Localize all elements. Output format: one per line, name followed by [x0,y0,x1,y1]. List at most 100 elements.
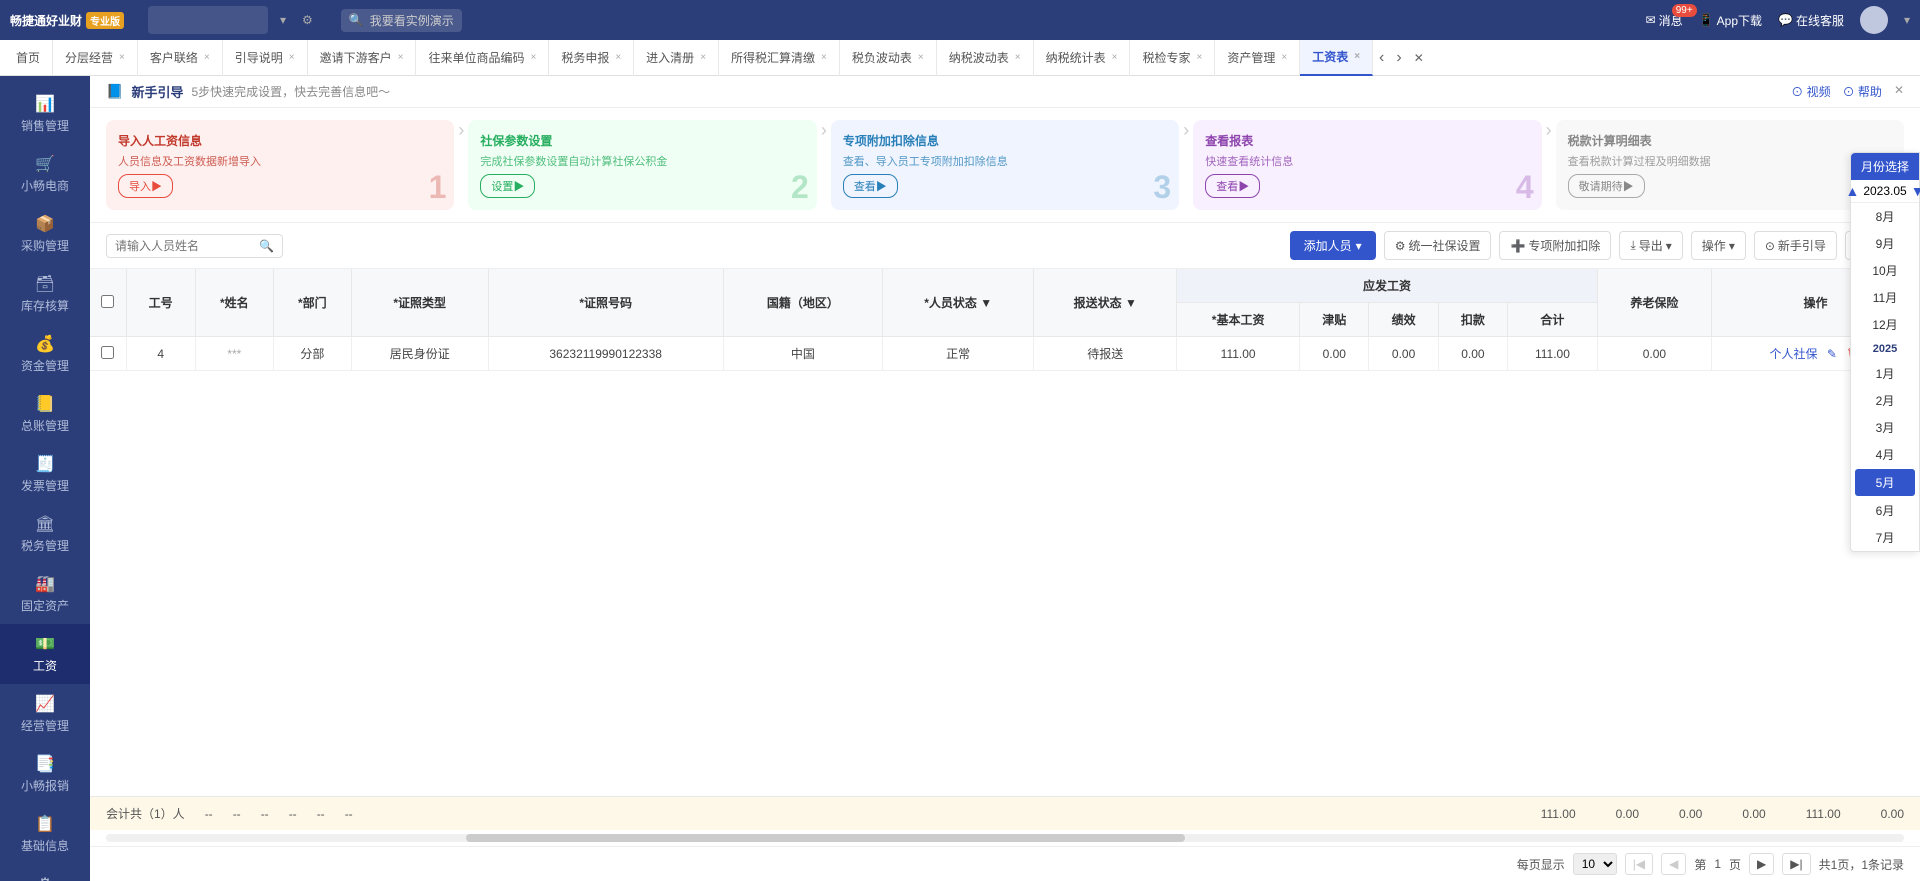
tab-2[interactable]: 客户联络× [138,40,223,76]
sidebar-item-tax[interactable]: 🏛 税务管理 [0,504,90,564]
tab-5[interactable]: 往来单位商品编码× [416,40,549,76]
user-avatar[interactable] [1860,6,1888,34]
sidebar-item-management[interactable]: 📈 经营管理 [0,684,90,744]
sidebar-item-sales[interactable]: 📊 销售管理 [0,84,90,144]
sidebar-item-system[interactable]: ⚙ 系统管理 [0,864,90,881]
tab-close-all-button[interactable]: ✕ [1408,51,1430,65]
individual-insurance-button[interactable]: 个人社保 [1770,347,1818,361]
tab-7[interactable]: 进入清册× [634,40,719,76]
tab-6[interactable]: 税务申报× [549,40,634,76]
step-4-button[interactable]: 查看▶ [1205,174,1260,198]
tab-13[interactable]: 资产管理× [1215,40,1300,76]
month-6[interactable]: 6月 [1851,497,1919,524]
close-icon[interactable]: × [1281,52,1287,63]
close-icon[interactable]: × [700,52,706,63]
row-checkbox[interactable] [101,346,114,359]
month-panel-up-button[interactable]: ▲ [1845,183,1859,199]
sidebar-item-ecommerce[interactable]: 🛒 小畅电商 [0,144,90,204]
guide-video-button[interactable]: ⊙ 视频 [1791,83,1830,100]
close-icon[interactable]: × [530,52,536,63]
sidebar-item-inventory[interactable]: 🗃 库存核算 [0,264,90,324]
tab-1[interactable]: 分层经营× [53,40,138,76]
tab-home[interactable]: 首页 [4,40,53,76]
prev-page-button[interactable]: ◀ [1661,853,1686,875]
month-2[interactable]: 2月 [1851,387,1919,414]
row-dept: 分部 [273,337,351,371]
company-selector[interactable] [148,6,268,34]
close-icon[interactable]: × [398,52,404,63]
close-icon[interactable]: × [918,52,924,63]
next-page-button[interactable]: ▶ [1749,853,1774,875]
last-page-button[interactable]: ▶| [1782,853,1810,875]
sidebar-item-expense[interactable]: 📑 小畅报销 [0,744,90,804]
footer-total-deduction: 0.00 [1742,807,1765,821]
month-12[interactable]: 12月 [1851,311,1919,338]
sidebar-item-ledger[interactable]: 📒 总账管理 [0,384,90,444]
month-5[interactable]: 5月 [1855,469,1915,496]
tab-next-button[interactable]: › [1390,49,1407,67]
message-button[interactable]: ✉ 消息 99+ [1646,12,1683,29]
tab-3[interactable]: 引导说明× [223,40,308,76]
special-deduction-button[interactable]: ➕ 专项附加扣除 [1499,231,1611,260]
month-8[interactable]: 8月 [1851,203,1919,230]
first-page-button[interactable]: |◀ [1625,853,1653,875]
employee-search-input[interactable] [115,239,255,253]
search-icon: 🔍 [349,13,364,27]
tab-11[interactable]: 纳税统计表× [1034,40,1131,76]
unified-settings-button[interactable]: ⚙ 统一社保设置 [1384,231,1492,260]
close-icon[interactable]: × [821,52,827,63]
add-employee-button[interactable]: 添加人员 ▾ [1290,231,1376,260]
app-download-button[interactable]: 📱 App下载 [1699,12,1762,29]
search-magnify-icon[interactable]: 🔍 [259,239,274,253]
month-1[interactable]: 1月 [1851,360,1919,387]
tab-8[interactable]: 所得税汇算清缴× [719,40,840,76]
month-panel-down-button[interactable]: ▼ [1911,183,1920,199]
export-button[interactable]: ⤓ 导出 ▾ [1619,231,1682,260]
close-icon[interactable]: × [204,52,210,63]
tab-9[interactable]: 税负波动表× [840,40,937,76]
step-2-button[interactable]: 设置▶ [480,174,535,198]
user-menu-button[interactable]: ▾ [1904,13,1910,27]
month-11[interactable]: 11月 [1851,284,1919,311]
sidebar-item-invoice[interactable]: 🧾 发票管理 [0,444,90,504]
guide-help-button[interactable]: ⊙ 帮助 [1843,83,1882,100]
newguide-button[interactable]: ⊙ 新手引导 [1754,231,1837,260]
online-service-button[interactable]: 💬 在线客服 [1778,12,1844,29]
step-1-button[interactable]: 导入▶ [118,174,173,198]
month-4[interactable]: 4月 [1851,441,1919,468]
chevron-down-icon[interactable]: ▾ [280,13,286,27]
close-icon[interactable]: × [615,52,621,63]
per-page-select[interactable]: 10 20 50 [1573,853,1617,875]
guide-close-button[interactable]: ✕ [1894,83,1904,100]
close-icon[interactable]: × [1354,51,1360,62]
close-icon[interactable]: × [1196,52,1202,63]
select-all-checkbox[interactable] [101,295,114,308]
month-7[interactable]: 7月 [1851,524,1919,551]
operations-button[interactable]: 操作 ▾ [1691,231,1746,260]
sidebar-item-salary[interactable]: 💵 工资 [0,624,90,684]
tab-10[interactable]: 纳税波动表× [937,40,1034,76]
close-icon[interactable]: × [1015,52,1021,63]
sidebar-item-purchase[interactable]: 📦 采购管理 [0,204,90,264]
tab-prev-button[interactable]: ‹ [1373,49,1390,67]
month-3[interactable]: 3月 [1851,414,1919,441]
step-3-button[interactable]: 查看▶ [843,174,898,198]
step-5-button[interactable]: 敬请期待▶ [1568,174,1645,198]
edit-icon[interactable]: ✎ [1827,347,1837,361]
demo-search[interactable]: 🔍 我要看实例演示 [341,9,462,32]
close-icon[interactable]: × [119,52,125,63]
settings-icon[interactable]: ⚙ [302,13,313,27]
top-bar-right: ✉ 消息 99+ 📱 App下载 💬 在线客服 ▾ [1646,6,1910,34]
salary-icon: 💵 [35,634,55,654]
tab-salary[interactable]: 工资表× [1300,40,1373,76]
close-icon[interactable]: × [289,52,295,63]
close-icon[interactable]: × [1112,52,1118,63]
tab-12[interactable]: 税检专家× [1130,40,1215,76]
tab-4[interactable]: 邀请下游客户× [308,40,417,76]
sidebar-item-finance[interactable]: 💰 资金管理 [0,324,90,384]
month-9[interactable]: 9月 [1851,230,1919,257]
sidebar-item-basics[interactable]: 📋 基础信息 [0,804,90,864]
month-10[interactable]: 10月 [1851,257,1919,284]
sidebar-item-assets[interactable]: 🏭 固定资产 [0,564,90,624]
horizontal-scrollbar[interactable] [90,830,1920,846]
